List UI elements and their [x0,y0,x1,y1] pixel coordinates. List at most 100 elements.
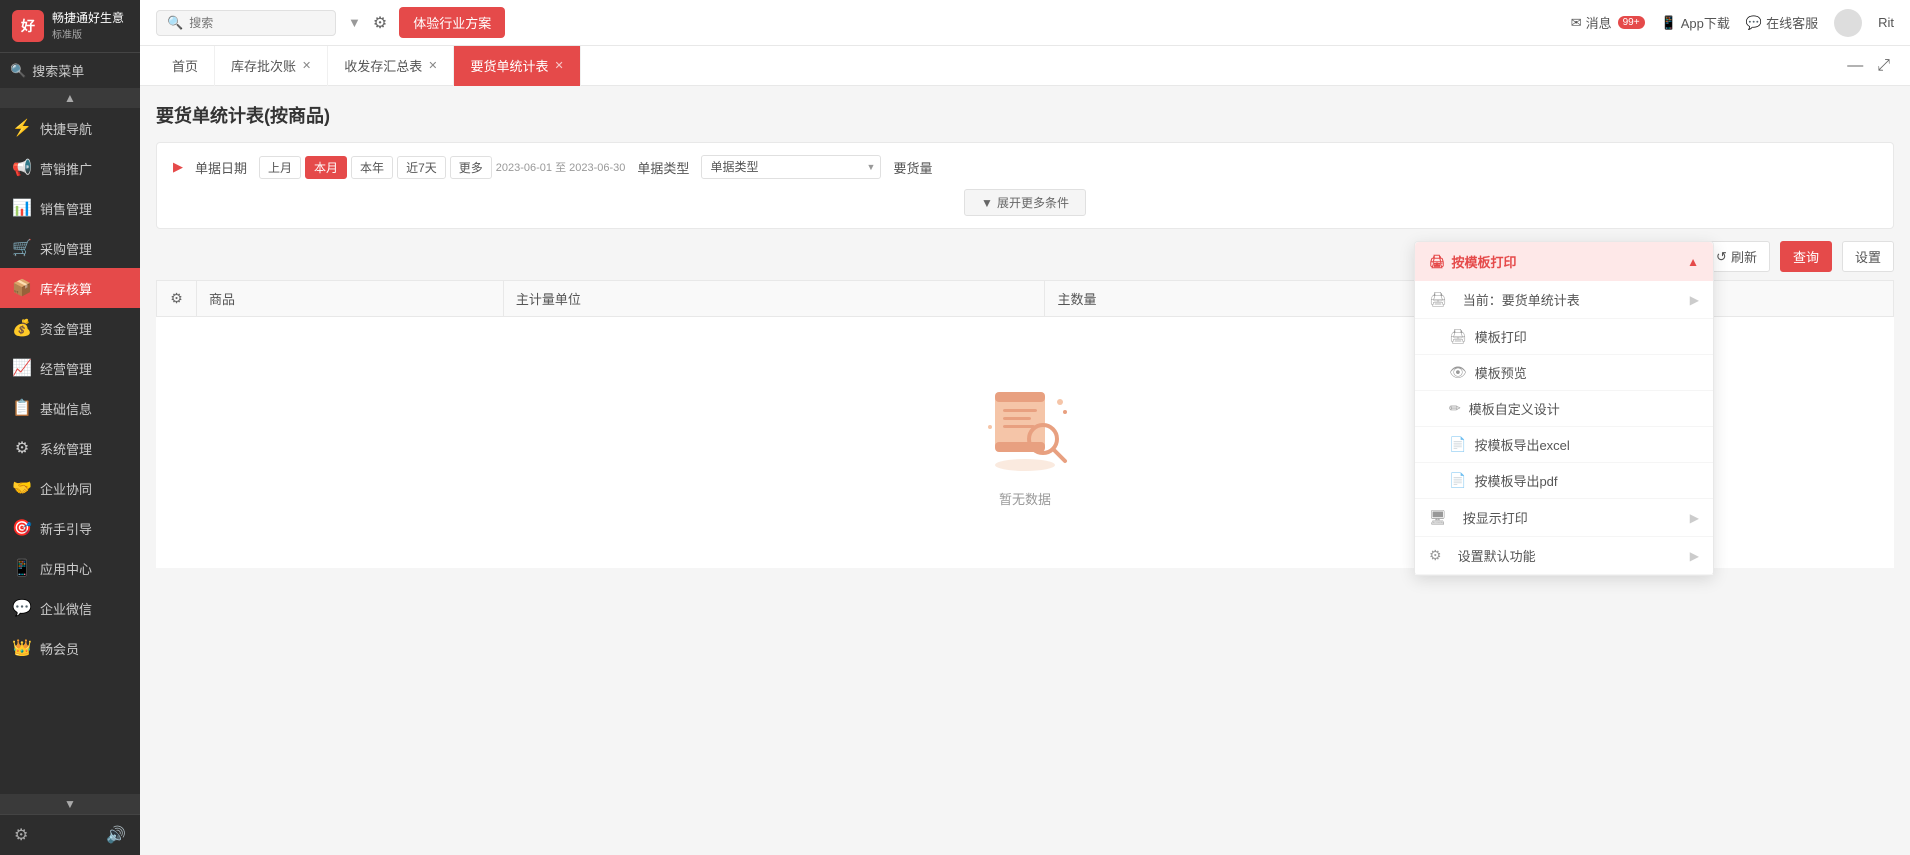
message-btn[interactable]: ✉ 消息 99+ [1571,13,1645,32]
template-preview-icon: 👁 [1449,364,1467,381]
filter-expand-arrow[interactable]: ▶ [173,159,183,175]
table-col-settings[interactable]: ⚙ [157,281,197,317]
template-preview-label: 模板预览 [1475,363,1527,382]
template-export-pdf-item[interactable]: 📄 按模板导出pdf [1415,463,1713,498]
app-download-btn[interactable]: 📱 App下载 [1661,13,1730,32]
display-print-chevron: ▶ [1690,511,1699,525]
tab-inventory-batch[interactable]: 库存批次账 ✕ [215,46,328,86]
table-col-quantity: 主数量 [1045,281,1430,317]
template-preview-item[interactable]: 👁 模板预览 [1415,355,1713,390]
template-print-label: 模板打印 [1475,327,1527,346]
display-print-label: 按显示打印 [1463,508,1528,527]
newbie-icon: 🎯 [12,518,32,538]
message-icon: ✉ [1571,15,1582,31]
expand-more-btn[interactable]: ▼ 展开更多条件 [964,189,1086,216]
template-print-item[interactable]: 🖨 模板打印 [1415,319,1713,354]
sidebar-item-system[interactable]: ⚙ 系统管理 [0,428,140,468]
settings-btn[interactable]: 设置 [1842,241,1894,272]
template-export-pdf-icon: 📄 [1449,472,1466,489]
display-print-item[interactable]: 🖥 按显示打印 ▶ [1415,499,1713,536]
date-btn-7days[interactable]: 近7天 [397,156,446,179]
sidebar-item-label: 销售管理 [40,199,92,218]
tab-receipt-summary-close[interactable]: ✕ [428,59,437,72]
sidebar-item-finance[interactable]: 💰 资金管理 [0,308,140,348]
display-print-icon: 🖥 [1429,509,1447,526]
default-func-chevron: ▶ [1690,549,1699,563]
sidebar-item-marketing[interactable]: 📢 营销推广 [0,148,140,188]
settings-footer-icon[interactable]: ⚙ [14,825,28,845]
tab-home-label: 首页 [172,56,198,75]
sidebar-item-quick-nav[interactable]: ⚡ 快捷导航 [0,108,140,148]
tab-receipt-summary-label: 收发存汇总表 [344,56,422,75]
sidebar-item-sales[interactable]: 📊 销售管理 [0,188,140,228]
sidebar-item-enterprise-wechat[interactable]: 💬 企业微信 [0,588,140,628]
topbar-gear-icon[interactable]: ⚙ [373,13,387,33]
tab-inventory-batch-close[interactable]: ✕ [302,59,311,72]
sidebar-item-label: 系统管理 [40,439,92,458]
template-custom-item[interactable]: ✏ 模板自定义设计 [1415,391,1713,426]
user-avatar[interactable] [1834,9,1862,37]
current-template-item[interactable]: 🖨 当前：要货单统计表 ▶ [1415,281,1713,318]
template-export-excel-item[interactable]: 📄 按模板导出excel [1415,427,1713,462]
current-template-label: 当前：要货单统计表 [1463,290,1580,309]
date-btn-this-month[interactable]: 本月 [305,156,347,179]
template-custom-icon: ✏ [1449,400,1461,417]
sidebar-search[interactable]: 🔍 搜索菜单 [0,53,140,88]
sidebar-scroll-down[interactable]: ▼ [0,794,140,814]
sidebar-item-inventory[interactable]: 📦 库存核算 [0,268,140,308]
app-logo: 好 畅捷通好生意 标准版 [0,0,140,53]
sidebar-item-enterprise[interactable]: 🤝 企业协同 [0,468,140,508]
refresh-label: 刷新 [1731,247,1757,266]
type-select[interactable]: 单据类型 [701,155,881,179]
tab-order-stats[interactable]: 要货单统计表 ✕ [454,46,580,86]
print-dropdown-title: 按模板打印 [1452,252,1517,271]
refresh-icon: ↺ [1716,249,1727,265]
filter-panel: ▶ 单据日期 上月 本月 本年 近7天 更多 2023-06-01 至 2023… [156,142,1894,229]
default-func-item[interactable]: ⚙ 设置默认功能 ▶ [1415,537,1713,574]
print-dropdown-panel: 🖨 按模板打印 ▲ 🖨 当前：要货单统计表 ▶ [1414,241,1714,576]
tabs-expand-btn[interactable]: ⤢ [1873,53,1894,79]
member-icon: 👑 [12,638,32,658]
basic-info-icon: 📋 [12,398,32,418]
tabs-bar: 首页 库存批次账 ✕ 收发存汇总表 ✕ 要货单统计表 ✕ — ⤢ [140,46,1910,86]
sidebar-item-operation[interactable]: 📈 经营管理 [0,348,140,388]
date-range-display: 2023-06-01 至 2023-06-30 [496,159,626,175]
app-download-icon: 📱 [1661,15,1677,31]
app-center-icon: 📱 [12,558,32,578]
tabs-right: — ⤢ [1843,53,1894,79]
sidebar-item-label: 快捷导航 [40,119,92,138]
current-template-chevron: ▶ [1690,293,1699,307]
topbar-dropdown-chevron[interactable]: ▼ [348,15,361,30]
sidebar-scroll-up[interactable]: ▲ [0,88,140,108]
sidebar-item-label: 营销推广 [40,159,92,178]
online-service-btn[interactable]: 💬 在线客服 [1746,13,1818,32]
tabs-minimize-btn[interactable]: — [1843,53,1867,79]
filter-row: ▶ 单据日期 上月 本月 本年 近7天 更多 2023-06-01 至 2023… [173,155,1877,179]
date-btn-this-year[interactable]: 本年 [351,156,393,179]
table-col-settings-icon[interactable]: ⚙ [170,290,183,306]
tab-receipt-summary[interactable]: 收发存汇总表 ✕ [328,46,454,86]
sidebar-item-basic-info[interactable]: 📋 基础信息 [0,388,140,428]
marketing-icon: 📢 [12,158,32,178]
tab-inventory-batch-label: 库存批次账 [231,56,296,75]
date-btn-more[interactable]: 更多 [450,156,492,179]
print-dropdown-up-chevron[interactable]: ▲ [1687,255,1699,269]
sidebar-item-label: 经营管理 [40,359,92,378]
tab-order-stats-close[interactable]: ✕ [555,59,564,72]
trial-btn[interactable]: 体验行业方案 [399,7,505,38]
sidebar-item-member[interactable]: 👑 畅会员 [0,628,140,668]
current-template-icon: 🖨 [1429,291,1447,308]
sidebar-item-label: 企业微信 [40,599,92,618]
sidebar-item-purchase[interactable]: 🛒 采购管理 [0,228,140,268]
query-btn[interactable]: 查询 [1780,241,1832,272]
date-btn-last-month[interactable]: 上月 [259,156,301,179]
sound-footer-icon[interactable]: 🔊 [106,825,126,845]
topbar: 🔍 ▼ ⚙ 体验行业方案 ✉ 消息 99+ 📱 App下载 💬 在线客服 Rit [140,0,1910,46]
topbar-search-box[interactable]: 🔍 [156,10,336,36]
message-label: 消息 [1586,13,1612,32]
template-print-icon: 🖨 [1449,328,1467,345]
tab-home[interactable]: 首页 [156,46,215,86]
sidebar-item-app-center[interactable]: 📱 应用中心 [0,548,140,588]
sidebar-item-newbie[interactable]: 🎯 新手引导 [0,508,140,548]
topbar-search-input[interactable] [189,16,309,30]
